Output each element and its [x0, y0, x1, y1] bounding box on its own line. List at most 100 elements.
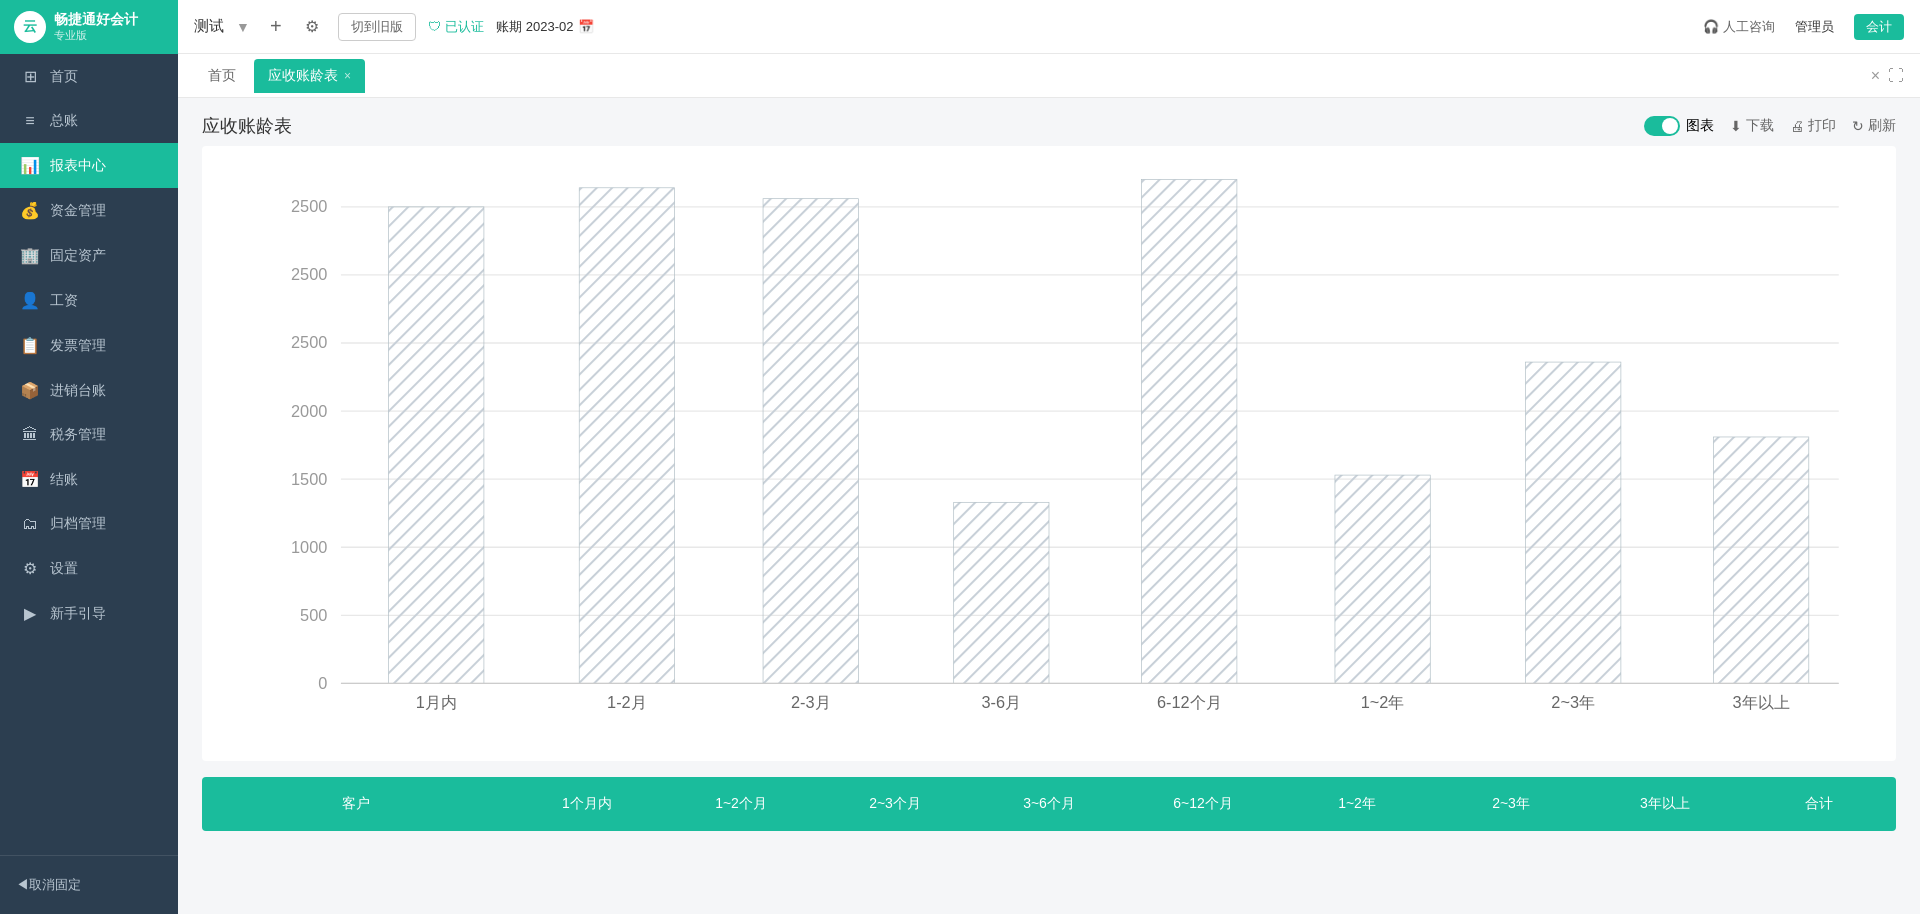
add-button[interactable]: + [262, 13, 290, 41]
sidebar-item-guide[interactable]: ▶ 新手引导 [0, 591, 178, 636]
sidebar-item-home[interactable]: ⊞ 首页 [0, 54, 178, 99]
sidebar-item-settings[interactable]: ⚙ 设置 [0, 546, 178, 591]
bar-chart: 2500 2500 2500 2000 1500 1000 500 0 1月内 [232, 166, 1866, 738]
sidebar-label-home: 首页 [50, 68, 78, 86]
x-label-8: 3年以上 [1733, 693, 1790, 711]
settings-button[interactable]: ⚙ [298, 13, 326, 41]
headset-icon: 🎧 [1703, 19, 1719, 34]
tab-aging[interactable]: 应收账龄表 × [254, 59, 365, 93]
download-label: 下载 [1746, 117, 1774, 135]
sidebar-label-ledger: 总账 [50, 112, 78, 130]
x-label-4: 3-6月 [982, 693, 1022, 711]
sidebar-item-fund[interactable]: 💰 资金管理 [0, 188, 178, 233]
cancel-fixed-button[interactable]: ◀取消固定 [0, 866, 178, 904]
sidebar-icon-closing: 📅 [20, 470, 40, 489]
chart-toggle[interactable]: 图表 [1644, 116, 1714, 136]
sidebar-label-fund: 资金管理 [50, 202, 106, 220]
sidebar-icon-tax: 🏛 [20, 426, 40, 444]
svg-text:0: 0 [318, 674, 327, 692]
accountant-button[interactable]: 会计 [1854, 14, 1904, 40]
sidebar-menu: ⊞ 首页 ≡ 总账 📊 报表中心 💰 资金管理 🏢 固定资产 👤 工资 📋 发票… [0, 54, 178, 855]
refresh-label: 刷新 [1868, 117, 1896, 135]
refresh-icon: ↻ [1852, 118, 1864, 134]
tab-aging-label: 应收账龄表 [268, 67, 338, 85]
sidebar-icon-archive: 🗂 [20, 515, 40, 533]
sidebar-icon-wage: 👤 [20, 291, 40, 310]
bar-6 [1335, 475, 1430, 683]
col-header-1-2m: 1~2个月 [664, 777, 818, 831]
bar-3 [763, 199, 858, 684]
print-label: 打印 [1808, 117, 1836, 135]
company-dropdown-icon[interactable]: ▼ [236, 19, 250, 35]
download-button[interactable]: ⬇ 下载 [1730, 117, 1774, 135]
calendar-icon[interactable]: 📅 [578, 19, 594, 34]
svg-text:2500: 2500 [291, 265, 327, 283]
page-header: 应收账龄表 图表 ⬇ 下载 🖨 打印 ↻ 刷新 [178, 98, 1920, 146]
sidebar-item-closing[interactable]: 📅 结账 [0, 457, 178, 502]
topbar-actions: + ⚙ [262, 13, 326, 41]
sidebar-item-archive[interactable]: 🗂 归档管理 [0, 502, 178, 546]
sidebar-icon-invoice: 📋 [20, 336, 40, 355]
col-header-3-6m: 3~6个月 [972, 777, 1126, 831]
sidebar-label-asset: 固定资产 [50, 247, 106, 265]
consult-button[interactable]: 🎧 人工咨询 [1703, 18, 1775, 36]
sidebar-label-settings: 设置 [50, 560, 78, 578]
download-icon: ⬇ [1730, 118, 1742, 134]
close-window-button[interactable]: × [1871, 67, 1880, 85]
certified-badge: 🛡 已认证 [428, 18, 484, 36]
col-header-2-3y: 2~3年 [1434, 777, 1588, 831]
expand-window-button[interactable]: ⛶ [1888, 67, 1904, 85]
company-label: 测试 [194, 17, 224, 36]
cancel-fixed-label: ◀取消固定 [16, 876, 81, 894]
sidebar-icon-report: 📊 [20, 156, 40, 175]
col-header-1-2y: 1~2年 [1280, 777, 1434, 831]
sidebar-item-wage[interactable]: 👤 工资 [0, 278, 178, 323]
shield-icon: 🛡 [428, 19, 441, 34]
sidebar-item-asset[interactable]: 🏢 固定资产 [0, 233, 178, 278]
period-info: 账期 2023-02 📅 [496, 18, 594, 36]
sidebar-icon-guide: ▶ [20, 604, 40, 623]
tab-home[interactable]: 首页 [194, 59, 250, 93]
sidebar-icon-sales: 📦 [20, 381, 40, 400]
bar-2 [579, 188, 674, 684]
toggle-track[interactable] [1644, 116, 1680, 136]
sidebar-bottom: ◀取消固定 [0, 855, 178, 914]
sidebar-label-guide: 新手引导 [50, 605, 106, 623]
refresh-button[interactable]: ↻ 刷新 [1852, 117, 1896, 135]
chart-label: 图表 [1686, 117, 1714, 135]
print-icon: 🖨 [1790, 118, 1804, 134]
sidebar-item-invoice[interactable]: 📋 发票管理 [0, 323, 178, 368]
sidebar-item-report[interactable]: 📊 报表中心 [0, 143, 178, 188]
tab-close-icon[interactable]: × [344, 69, 351, 83]
sidebar-label-sales: 进销台账 [50, 382, 106, 400]
toggle-thumb [1662, 118, 1678, 134]
svg-text:500: 500 [300, 606, 327, 624]
page-actions: 图表 ⬇ 下载 🖨 打印 ↻ 刷新 [1644, 116, 1896, 136]
certified-label: 已认证 [445, 18, 484, 36]
topbar: 测试 ▼ + ⚙ 切到旧版 🛡 已认证 账期 2023-02 📅 🎧 人工咨询 … [178, 0, 1920, 54]
x-label-7: 2~3年 [1551, 693, 1595, 711]
bar-7 [1526, 362, 1621, 683]
sidebar-item-sales[interactable]: 📦 进销台账 [0, 368, 178, 413]
app-name: 畅捷通好会计 [54, 11, 138, 28]
manager-button[interactable]: 管理员 [1787, 14, 1842, 40]
old-version-button[interactable]: 切到旧版 [338, 13, 416, 41]
x-label-5: 6-12个月 [1157, 693, 1222, 711]
svg-text:2000: 2000 [291, 402, 327, 420]
sidebar-item-ledger[interactable]: ≡ 总账 [0, 99, 178, 143]
x-label-3: 2-3月 [791, 693, 831, 711]
period-value: 2023-02 [526, 19, 574, 34]
tabbar: 首页 应收账龄表 × × ⛶ [178, 54, 1920, 98]
sidebar-label-tax: 税务管理 [50, 426, 106, 444]
sidebar-label-archive: 归档管理 [50, 515, 106, 533]
sidebar-icon-ledger: ≡ [20, 112, 40, 130]
bar-4 [954, 502, 1049, 683]
col-header-total: 合计 [1742, 777, 1896, 831]
x-label-1: 1月内 [416, 693, 457, 711]
x-label-6: 1~2年 [1361, 693, 1405, 711]
sidebar-item-tax[interactable]: 🏛 税务管理 [0, 413, 178, 457]
content-area: 应收账龄表 图表 ⬇ 下载 🖨 打印 ↻ 刷新 [178, 98, 1920, 914]
print-button[interactable]: 🖨 打印 [1790, 117, 1836, 135]
chart-area: 2500 2500 2500 2000 1500 1000 500 0 1月内 [202, 146, 1896, 761]
sidebar-icon-asset: 🏢 [20, 246, 40, 265]
